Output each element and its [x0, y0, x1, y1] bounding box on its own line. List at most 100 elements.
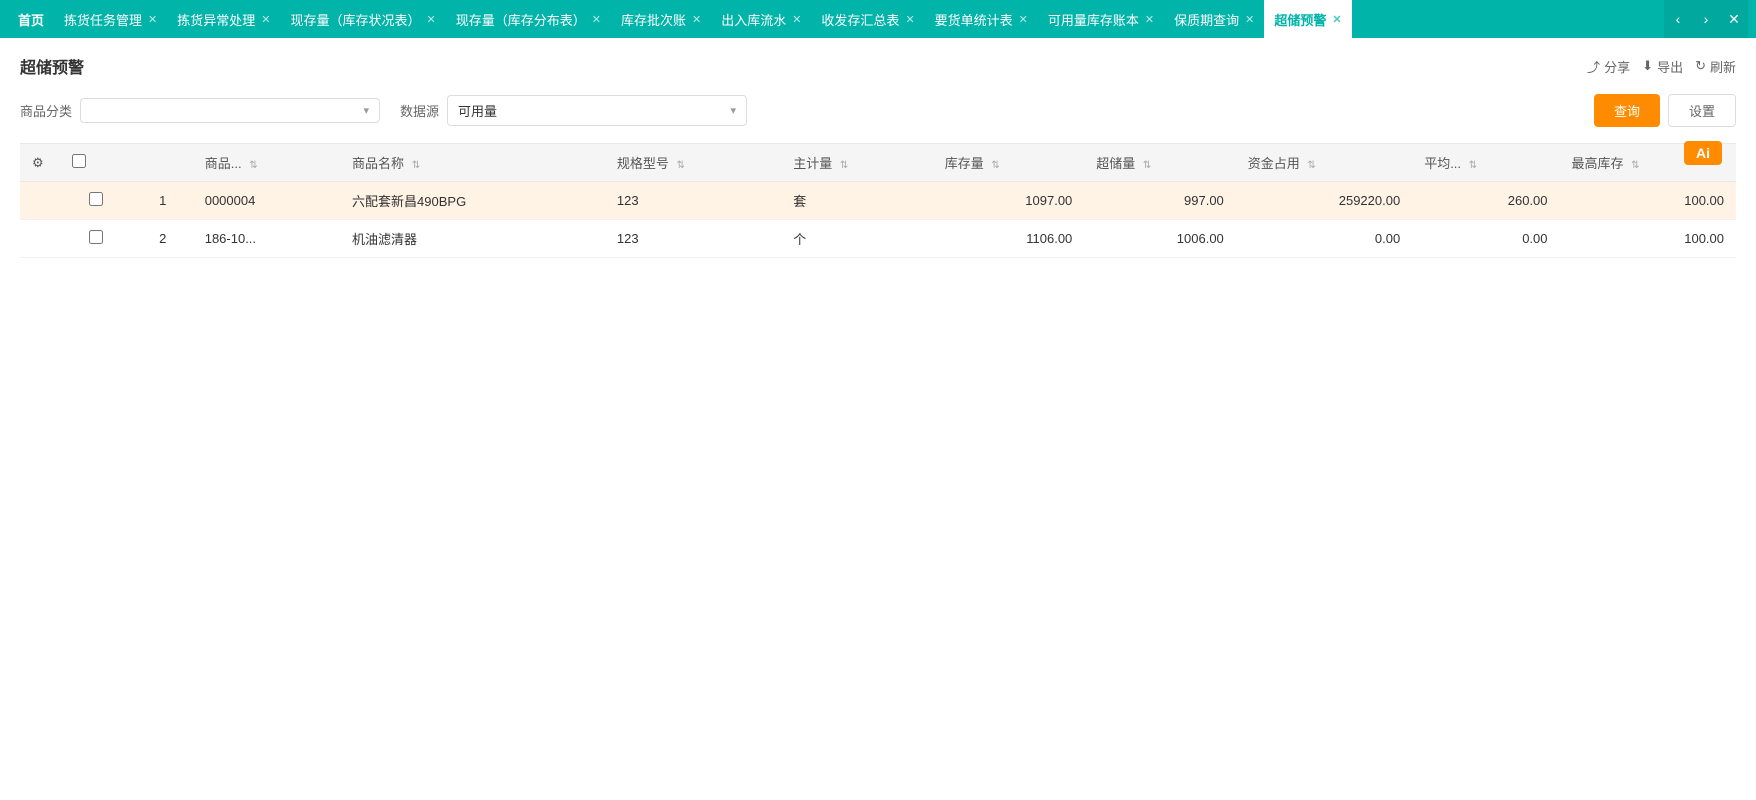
nav-item-avail-ledger[interactable]: 可用量库存账本 ✕	[1038, 0, 1164, 38]
row-product-name: 机油滤清器	[340, 220, 605, 258]
refresh-link[interactable]: ↻ 刷新	[1695, 57, 1736, 76]
nav-item-pick-task[interactable]: 拣货任务管理 ✕	[54, 0, 167, 38]
settings-button[interactable]: 设置	[1668, 94, 1736, 127]
sort-icon-spec: ⇅	[677, 160, 685, 171]
col-product-code[interactable]: 商品... ⇅	[193, 144, 340, 182]
datasource-select[interactable]: 可用量 ▾	[447, 95, 747, 126]
nav-pick-exception-close[interactable]: ✕	[261, 13, 270, 26]
row-spec: 123	[605, 182, 781, 220]
row-checkbox-cell[interactable]	[60, 220, 133, 258]
row-max-stock: 100.00	[1560, 220, 1736, 258]
row-index: 2	[133, 220, 193, 258]
sort-icon-unit: ⇅	[840, 160, 848, 171]
nav-pick-task-label: 拣货任务管理	[64, 10, 142, 29]
row-capital: 259220.00	[1236, 182, 1412, 220]
ai-badge[interactable]: Ai	[1684, 141, 1722, 165]
nav-pick-exception-label: 拣货异常处理	[177, 10, 255, 29]
sort-icon-product-name: ⇅	[412, 160, 420, 171]
sort-icon-stock: ⇅	[991, 160, 999, 171]
category-select[interactable]: ▾	[80, 98, 380, 123]
row-product-code: 186-10...	[193, 220, 340, 258]
row-stock: 1106.00	[933, 220, 1085, 258]
col-index	[133, 144, 193, 182]
col-avg[interactable]: 平均... ⇅	[1412, 144, 1559, 182]
nav-item-stock-dist[interactable]: 现存量（库存分布表） ✕	[446, 0, 611, 38]
row-avg: 0.00	[1412, 220, 1559, 258]
col-checkbox[interactable]	[60, 144, 133, 182]
top-nav: 首页 拣货任务管理 ✕ 拣货异常处理 ✕ 现存量（库存状况表） ✕ 现存量（库存…	[0, 0, 1756, 38]
share-link[interactable]: ⤴ 分享	[1587, 57, 1630, 76]
nav-stock-status-close[interactable]: ✕	[427, 13, 436, 26]
nav-stock-dist-close[interactable]: ✕	[592, 13, 601, 26]
nav-overstock-warning-close[interactable]: ✕	[1332, 13, 1341, 26]
col-overstock[interactable]: 超储量 ⇅	[1084, 144, 1236, 182]
category-filter-label: 商品分类	[20, 101, 72, 120]
nav-item-home[interactable]: 首页	[8, 0, 54, 38]
row-index: 1	[133, 182, 193, 220]
sort-icon-avg: ⇅	[1469, 160, 1477, 171]
filter-buttons: 查询 设置	[1594, 94, 1736, 127]
table-header-row: ⚙ 商品... ⇅ 商品名称 ⇅ 规格型号 ⇅	[20, 144, 1736, 182]
table-row: 1 0000004 六配套新昌490BPG 123 套 1097.00 997.…	[20, 182, 1736, 220]
filter-bar: 商品分类 ▾ 数据源 可用量 ▾ 查询 设置	[20, 94, 1736, 127]
export-label: 导出	[1657, 57, 1683, 76]
nav-item-batch-account[interactable]: 库存批次账 ✕	[611, 0, 711, 38]
sort-icon-max-stock: ⇅	[1631, 160, 1639, 171]
nav-avail-ledger-close[interactable]: ✕	[1145, 13, 1154, 26]
nav-order-stat-close[interactable]: ✕	[1019, 13, 1028, 26]
datasource-chevron-icon: ▾	[731, 104, 737, 117]
row-unit: 套	[781, 182, 933, 220]
nav-next-arrow[interactable]: ›	[1692, 0, 1720, 38]
row-gear-cell	[20, 220, 60, 258]
nav-item-order-stat[interactable]: 要货单统计表 ✕	[925, 0, 1038, 38]
nav-stock-status-label: 现存量（库存状况表）	[290, 10, 420, 29]
nav-batch-account-close[interactable]: ✕	[692, 13, 701, 26]
nav-shelf-life-label: 保质期查询	[1174, 10, 1239, 29]
nav-item-overstock-warning[interactable]: 超储预警 ✕	[1264, 0, 1351, 38]
col-spec[interactable]: 规格型号 ⇅	[605, 144, 781, 182]
nav-inout-flow-close[interactable]: ✕	[792, 13, 801, 26]
table-row: 2 186-10... 机油滤清器 123 个 1106.00 1006.00 …	[20, 220, 1736, 258]
page-content: 超储预警 ⤴ 分享 ⬇ 导出 ↻ 刷新 商品分类 ▾ 数据源	[0, 38, 1756, 800]
page-title: 超储预警	[20, 54, 84, 78]
row-checkbox[interactable]	[89, 230, 103, 244]
nav-item-inout-flow[interactable]: 出入库流水 ✕	[711, 0, 811, 38]
datasource-filter-group: 数据源 可用量 ▾	[400, 95, 747, 126]
nav-shelf-life-close[interactable]: ✕	[1245, 13, 1254, 26]
data-table: ⚙ 商品... ⇅ 商品名称 ⇅ 规格型号 ⇅	[20, 143, 1736, 258]
nav-prev-arrow[interactable]: ‹	[1664, 0, 1692, 38]
col-stock[interactable]: 库存量 ⇅	[933, 144, 1085, 182]
category-chevron-icon: ▾	[363, 104, 369, 117]
title-actions: ⤴ 分享 ⬇ 导出 ↻ 刷新	[1587, 57, 1736, 76]
nav-pick-task-close[interactable]: ✕	[148, 13, 157, 26]
nav-item-stock-status[interactable]: 现存量（库存状况表） ✕	[280, 0, 445, 38]
col-unit[interactable]: 主计量 ⇅	[781, 144, 933, 182]
col-capital[interactable]: 资金占用 ⇅	[1236, 144, 1412, 182]
nav-close-arrow[interactable]: ✕	[1720, 0, 1748, 38]
page-title-bar: 超储预警 ⤴ 分享 ⬇ 导出 ↻ 刷新	[20, 54, 1736, 78]
share-icon: ⤴	[1587, 57, 1600, 76]
row-checkbox[interactable]	[89, 192, 103, 206]
nav-item-pick-exception[interactable]: 拣货异常处理 ✕	[167, 0, 280, 38]
export-icon: ⬇	[1642, 58, 1653, 74]
nav-item-shelf-life[interactable]: 保质期查询 ✕	[1164, 0, 1264, 38]
row-spec: 123	[605, 220, 781, 258]
nav-summary-label: 收发存汇总表	[821, 10, 899, 29]
query-button[interactable]: 查询	[1594, 94, 1660, 127]
export-link[interactable]: ⬇ 导出	[1642, 57, 1683, 76]
row-avg: 260.00	[1412, 182, 1559, 220]
select-all-checkbox[interactable]	[72, 154, 86, 168]
row-stock: 1097.00	[933, 182, 1085, 220]
share-label: 分享	[1604, 57, 1630, 76]
nav-summary-close[interactable]: ✕	[905, 13, 914, 26]
col-gear[interactable]: ⚙	[20, 144, 60, 182]
category-filter-group: 商品分类 ▾	[20, 98, 380, 123]
nav-arrows: ‹ › ✕	[1664, 0, 1748, 38]
nav-home-label: 首页	[18, 10, 44, 29]
gear-icon: ⚙	[32, 155, 44, 170]
nav-item-summary[interactable]: 收发存汇总表 ✕	[811, 0, 924, 38]
row-checkbox-cell[interactable]	[60, 182, 133, 220]
col-product-name[interactable]: 商品名称 ⇅	[340, 144, 605, 182]
nav-avail-ledger-label: 可用量库存账本	[1048, 10, 1139, 29]
nav-batch-account-label: 库存批次账	[621, 10, 686, 29]
